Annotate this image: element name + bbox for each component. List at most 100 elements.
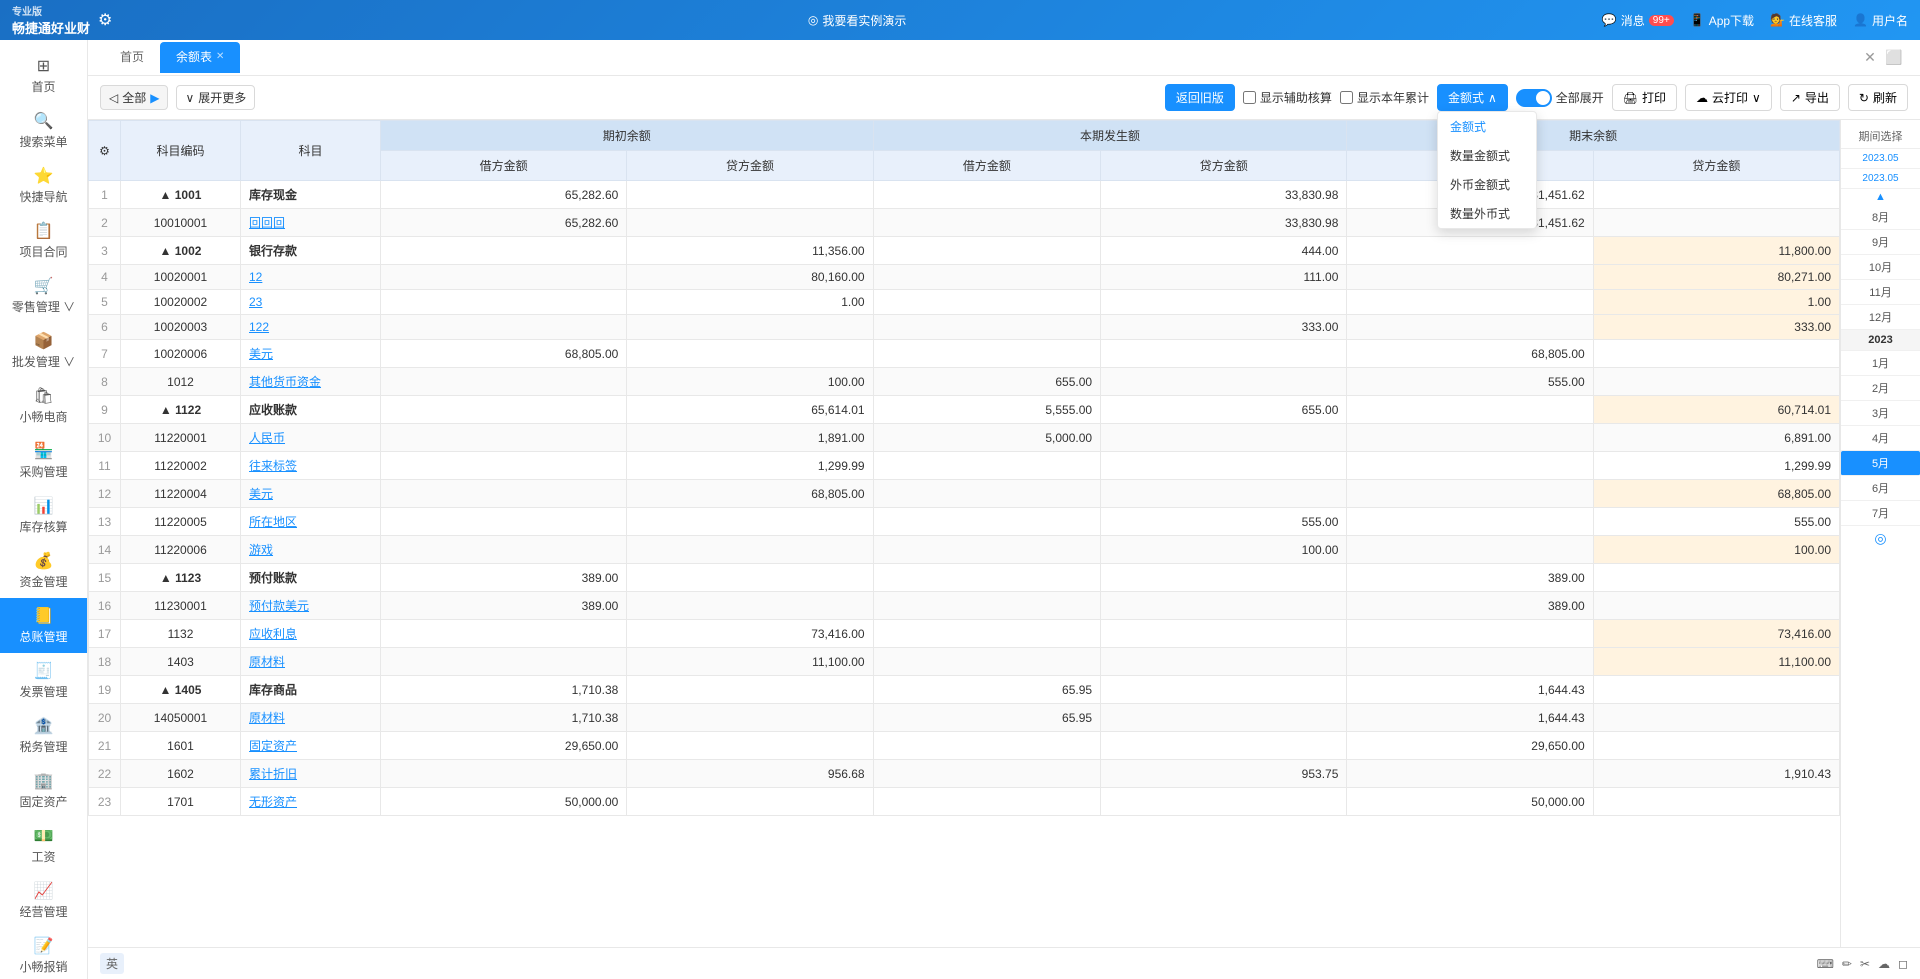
window-close-btn[interactable]: ✕ xyxy=(1860,48,1880,68)
app-download-btn[interactable]: 📱 App下载 xyxy=(1690,12,1754,29)
bottom-lang-btn[interactable]: 英 xyxy=(100,953,124,974)
sidebar-item-ledger[interactable]: 📒 总账管理 xyxy=(0,598,87,653)
period-3[interactable]: 3月 xyxy=(1841,401,1920,426)
sidebar-item-retail[interactable]: 🛒 零售管理 ∨ xyxy=(0,268,87,323)
period-5[interactable]: 5月 xyxy=(1841,451,1920,476)
period-collapse-btn[interactable]: ◎ xyxy=(1870,526,1890,551)
period-10[interactable]: 10月 xyxy=(1841,255,1920,280)
sidebar-item-expense[interactable]: 📝 小畅报销 xyxy=(0,928,87,979)
sidebar-item-salary[interactable]: 💵 工资 xyxy=(0,818,87,873)
period-9[interactable]: 9月 xyxy=(1841,230,1920,255)
bottom-icon-4[interactable]: ☁ xyxy=(1878,957,1890,971)
export-btn[interactable]: ↗ 导出 xyxy=(1780,84,1840,111)
td-row-num: 1 xyxy=(89,181,121,209)
td-cur-debit xyxy=(873,452,1100,480)
period-year-2023[interactable]: 2023 xyxy=(1841,330,1920,351)
td-subject-name[interactable]: 库存商品 xyxy=(241,676,381,704)
amount-style-item-3[interactable]: 外币金额式 xyxy=(1438,170,1536,199)
td-subject-name[interactable]: 122 xyxy=(241,315,381,340)
sidebar-item-operation[interactable]: 📈 经营管理 xyxy=(0,873,87,928)
sidebar-item-contract[interactable]: 📋 项目合同 xyxy=(0,213,87,268)
td-subject-name[interactable]: 累计折旧 xyxy=(241,760,381,788)
show-auxiliary-checkbox[interactable] xyxy=(1243,91,1256,104)
sidebar-item-finance[interactable]: 💰 资金管理 xyxy=(0,543,87,598)
show-year-total-label[interactable]: 显示本年累计 xyxy=(1340,89,1429,106)
td-subject-name[interactable]: 回回回 xyxy=(241,209,381,237)
amount-style-dropdown[interactable]: 金额式 ∧ 金额式 数量金额式 外币金额式 数量外币式 xyxy=(1437,84,1508,111)
tab-home[interactable]: 首页 xyxy=(104,42,160,73)
tab-balance[interactable]: 余额表 ✕ xyxy=(160,42,240,73)
window-expand-btn[interactable]: ⬜ xyxy=(1884,48,1904,68)
td-subject-name[interactable]: 预付账款 xyxy=(241,564,381,592)
sidebar-item-wholesale[interactable]: 📦 批发管理 ∨ xyxy=(0,323,87,378)
td-subject-name[interactable]: 所在地区 xyxy=(241,508,381,536)
td-row-num: 17 xyxy=(89,620,121,648)
settings-icon[interactable]: ⚙ xyxy=(98,10,112,30)
td-cur-credit: 655.00 xyxy=(1101,396,1347,424)
sidebar-item-tax[interactable]: 🏦 税务管理 xyxy=(0,708,87,763)
sidebar-item-home[interactable]: ⊞ 首页 xyxy=(0,48,87,103)
right-panel: 期间选择 2023.05 2023.05 ▲ 8月 9月 10月 11月 12月… xyxy=(1840,120,1920,947)
td-subject-name[interactable]: 银行存款 xyxy=(241,237,381,265)
expand-more-btn[interactable]: ∨ 展开更多 xyxy=(176,85,255,110)
td-subject-name[interactable]: 12 xyxy=(241,265,381,290)
td-subject-name[interactable]: 其他货币资金 xyxy=(241,368,381,396)
amount-style-item-4[interactable]: 数量外币式 xyxy=(1438,199,1536,228)
sidebar-item-inventory[interactable]: 📊 库存核算 xyxy=(0,488,87,543)
message-btn[interactable]: 💬 消息 99+ xyxy=(1602,12,1674,29)
td-subject-name[interactable]: 库存现金 xyxy=(241,181,381,209)
td-subject-name[interactable]: 美元 xyxy=(241,340,381,368)
td-subject-name[interactable]: 应收利息 xyxy=(241,620,381,648)
return-old-btn[interactable]: 返回旧版 xyxy=(1165,84,1235,111)
td-subject-name[interactable]: 原材料 xyxy=(241,648,381,676)
td-subject-name[interactable]: 往来标签 xyxy=(241,452,381,480)
expand-all-switch[interactable] xyxy=(1516,89,1552,107)
period-11[interactable]: 11月 xyxy=(1841,280,1920,305)
sidebar-item-assets[interactable]: 🏢 固定资产 xyxy=(0,763,87,818)
period-up-arrow[interactable]: ▲ xyxy=(1873,189,1888,205)
demo-link[interactable]: ◎ 我要看实例演示 xyxy=(808,12,907,29)
bottom-icon-3[interactable]: ✂ xyxy=(1860,957,1870,971)
sidebar-item-search[interactable]: 🔍 搜索菜单 xyxy=(0,103,87,158)
breadcrumb-arrow-icon[interactable]: ▶ xyxy=(150,91,159,105)
td-subject-name[interactable]: 固定资产 xyxy=(241,732,381,760)
bottom-icon-5[interactable]: ◻ xyxy=(1898,957,1908,971)
period-7[interactable]: 7月 xyxy=(1841,501,1920,526)
online-service-btn[interactable]: 💁 在线客服 xyxy=(1770,12,1837,29)
sidebar-item-ecommerce[interactable]: 🛍 小畅电商 xyxy=(0,378,87,433)
td-cb-debit xyxy=(1347,237,1593,265)
td-subject-name[interactable]: 人民币 xyxy=(241,424,381,452)
td-subject-name[interactable]: 美元 xyxy=(241,480,381,508)
bottom-icon-2[interactable]: ✏ xyxy=(1842,957,1852,971)
period-2[interactable]: 2月 xyxy=(1841,376,1920,401)
sidebar-item-invoice[interactable]: 🧾 发票管理 xyxy=(0,653,87,708)
period-1[interactable]: 1月 xyxy=(1841,351,1920,376)
print-btn[interactable]: 🖨 打印 xyxy=(1612,84,1677,111)
period-6[interactable]: 6月 xyxy=(1841,476,1920,501)
tab-close-balance[interactable]: ✕ xyxy=(216,51,224,62)
sidebar-item-nav[interactable]: ⭐ 快捷导航 xyxy=(0,158,87,213)
bottom-icon-1[interactable]: ⌨ xyxy=(1817,957,1834,971)
show-auxiliary-label[interactable]: 显示辅助核算 xyxy=(1243,89,1332,106)
user-avatar[interactable]: 👤 用户名 xyxy=(1853,12,1908,29)
cloud-print-btn[interactable]: ☁ 云打印 ∨ xyxy=(1685,84,1772,111)
td-subject-name[interactable]: 应收账款 xyxy=(241,396,381,424)
td-subject-name[interactable]: 预付款美元 xyxy=(241,592,381,620)
amount-style-btn[interactable]: 金额式 ∧ xyxy=(1437,84,1508,111)
expand-all-toggle[interactable]: 全部展开 xyxy=(1516,89,1604,107)
td-subject-name[interactable]: 无形资产 xyxy=(241,788,381,816)
td-subject-name[interactable]: 游戏 xyxy=(241,536,381,564)
refresh-btn[interactable]: ↻ 刷新 xyxy=(1848,84,1908,111)
td-row-num: 19 xyxy=(89,676,121,704)
period-12[interactable]: 12月 xyxy=(1841,305,1920,330)
amount-style-item-1[interactable]: 金额式 xyxy=(1438,112,1536,141)
show-year-total-checkbox[interactable] xyxy=(1340,91,1353,104)
td-row-num: 23 xyxy=(89,788,121,816)
td-subject-name[interactable]: 原材料 xyxy=(241,704,381,732)
period-8[interactable]: 8月 xyxy=(1841,205,1920,230)
sidebar-item-purchase[interactable]: 🏪 采购管理 xyxy=(0,433,87,488)
th-settings[interactable]: ⚙ xyxy=(89,121,121,181)
period-4[interactable]: 4月 xyxy=(1841,426,1920,451)
td-subject-name[interactable]: 23 xyxy=(241,290,381,315)
amount-style-item-2[interactable]: 数量金额式 xyxy=(1438,141,1536,170)
